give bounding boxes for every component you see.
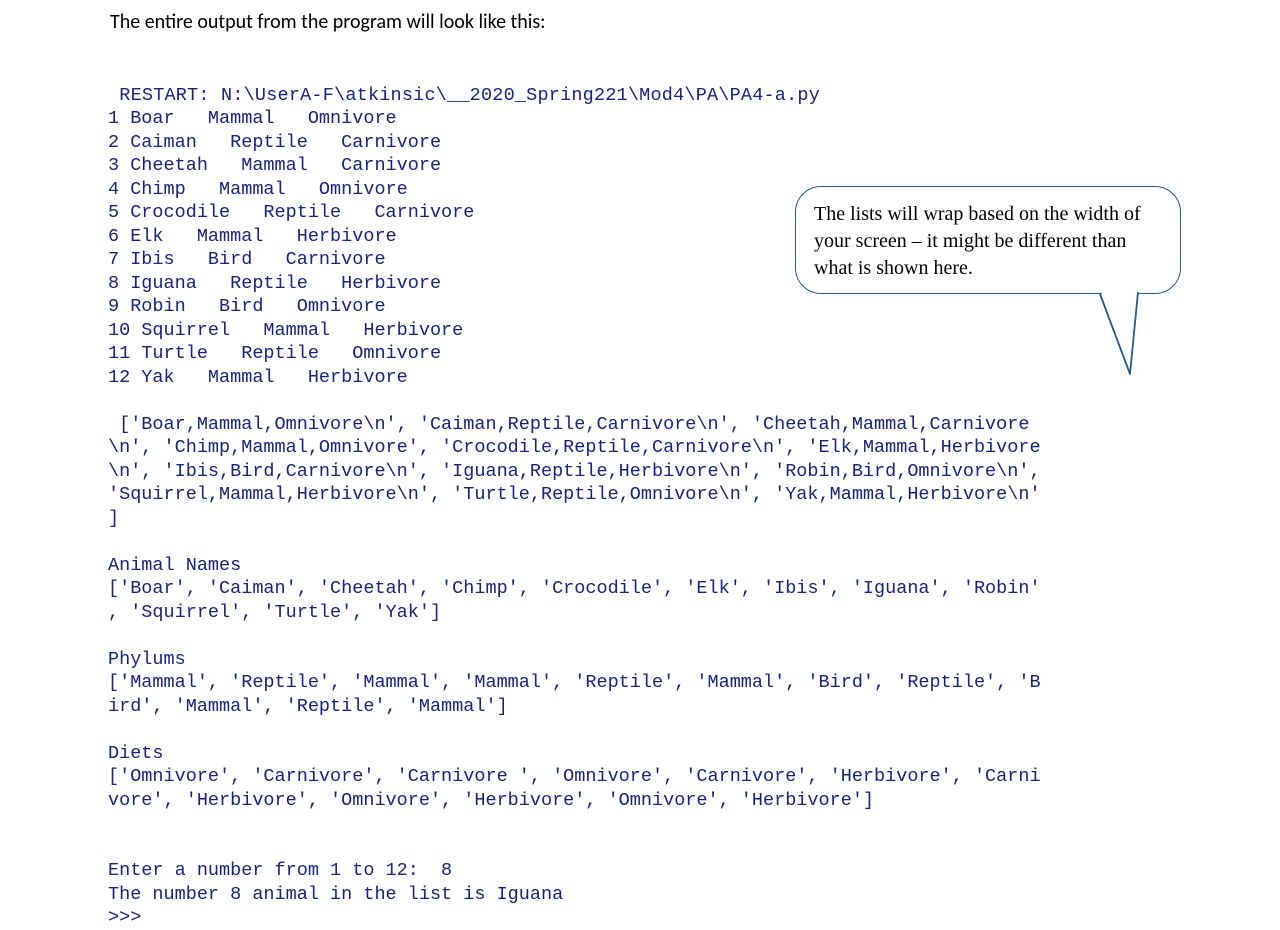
diets-line-2: vore', 'Herbivore', 'Omnivore', 'Herbivo…: [108, 790, 874, 811]
phylums-line-1: ['Mammal', 'Reptile', 'Mammal', 'Mammal'…: [108, 672, 1041, 693]
output-row-1: 1 Boar Mammal Omnivore: [108, 108, 397, 129]
cursor-prompt: >>>: [108, 907, 141, 928]
animal-names-line-2: , 'Squirrel', 'Turtle', 'Yak']: [108, 602, 441, 623]
raw-list-line-5: ]: [108, 508, 119, 529]
phylums-line-2: ird', 'Mammal', 'Reptile', 'Mammal']: [108, 696, 508, 717]
output-row-9: 9 Robin Bird Omnivore: [108, 296, 386, 317]
restart-line: RESTART: N:\UserA-F\atkinsic\__2020_Spri…: [108, 85, 820, 106]
raw-list-line-3: \n', 'Ibis,Bird,Carnivore\n', 'Iguana,Re…: [108, 461, 1041, 482]
animal-names-line-1: ['Boar', 'Caiman', 'Cheetah', 'Chimp', '…: [108, 578, 1041, 599]
diets-line-1: ['Omnivore', 'Carnivore', 'Carnivore ', …: [108, 766, 1041, 787]
output-row-4: 4 Chimp Mammal Omnivore: [108, 179, 408, 200]
output-row-11: 11 Turtle Reptile Omnivore: [108, 343, 441, 364]
intro-text: The entire output from the program will …: [110, 10, 546, 34]
prompt-line: Enter a number from 1 to 12: 8: [108, 860, 452, 881]
animal-names-title: Animal Names: [108, 555, 241, 576]
diets-title: Diets: [108, 743, 164, 764]
callout-text: The lists will wrap based on the width o…: [814, 203, 1141, 279]
raw-list-line-4: 'Squirrel,Mammal,Herbivore\n', 'Turtle,R…: [108, 484, 1041, 505]
output-row-10: 10 Squirrel Mammal Herbivore: [108, 320, 463, 341]
output-row-12: 12 Yak Mammal Herbivore: [108, 367, 408, 388]
output-row-3: 3 Cheetah Mammal Carnivore: [108, 155, 441, 176]
output-row-8: 8 Iguana Reptile Herbivore: [108, 273, 441, 294]
phylums-title: Phylums: [108, 649, 186, 670]
raw-list-line-2: \n', 'Chimp,Mammal,Omnivore', 'Crocodile…: [108, 437, 1041, 458]
callout-box: The lists will wrap based on the width o…: [795, 186, 1181, 294]
result-line: The number 8 animal in the list is Iguan…: [108, 884, 563, 905]
raw-list-line-1: ['Boar,Mammal,Omnivore\n', 'Caiman,Repti…: [108, 414, 1029, 435]
output-row-6: 6 Elk Mammal Herbivore: [108, 226, 397, 247]
output-row-7: 7 Ibis Bird Carnivore: [108, 249, 386, 270]
output-row-2: 2 Caiman Reptile Carnivore: [108, 132, 441, 153]
output-row-5: 5 Crocodile Reptile Carnivore: [108, 202, 474, 223]
